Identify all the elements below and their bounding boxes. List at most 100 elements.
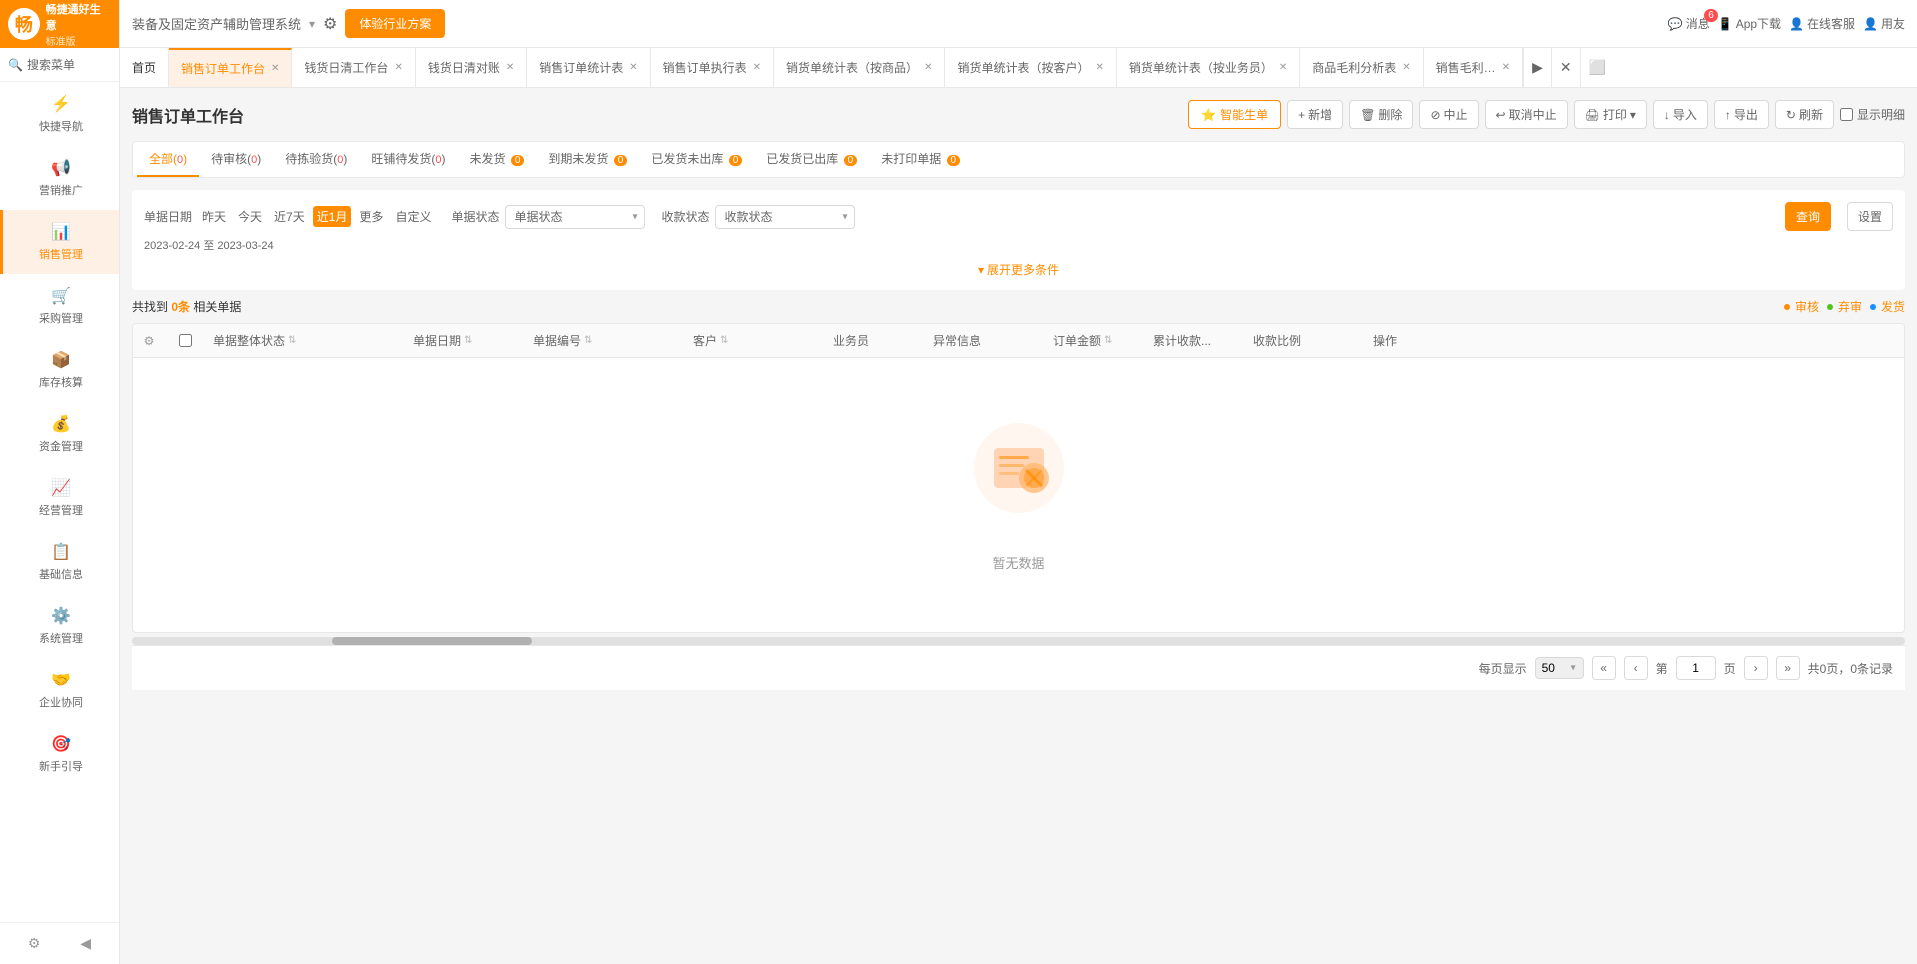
prev-page-btn[interactable]: ‹ xyxy=(1624,656,1648,680)
tab-scroll-right[interactable]: ▶ xyxy=(1523,48,1551,88)
sort-amount[interactable]: ⇅ xyxy=(1104,335,1112,346)
tab-close-order-stats[interactable]: ✕ xyxy=(629,62,637,73)
settings-bottom-btn[interactable]: ⚙ xyxy=(24,931,45,956)
th-number: 单据编号 ⇅ xyxy=(525,332,685,349)
sub-tab-unshipped[interactable]: 未发货 0 xyxy=(458,142,537,177)
sort-number[interactable]: ⇅ xyxy=(584,335,592,346)
date-opt-more[interactable]: 更多 xyxy=(355,206,387,227)
date-opt-yesterday[interactable]: 昨天 xyxy=(198,206,230,227)
sidebar-item-system[interactable]: ⚙️ 系统管理 xyxy=(0,594,119,658)
tab-close-order-exec[interactable]: ✕ xyxy=(753,62,761,73)
tab-home[interactable]: 首页 xyxy=(120,48,169,88)
tab-maximize[interactable]: ⬜ xyxy=(1580,48,1614,88)
message-btn[interactable]: 💬 消息 6 xyxy=(1668,15,1710,32)
select-all-checkbox[interactable] xyxy=(179,334,192,347)
sub-tab-overdue-unshipped[interactable]: 到期未发货 0 xyxy=(536,142,639,177)
tab-close-salesman-stats[interactable]: ✕ xyxy=(1279,62,1287,73)
setting-filter-btn[interactable]: 设置 xyxy=(1847,202,1893,231)
tab-close-goods-stats[interactable]: ✕ xyxy=(924,62,932,73)
sub-tab-shipped-out[interactable]: 已发货已出库 0 xyxy=(754,142,869,177)
tab-sales-margin[interactable]: 销售毛利… ✕ xyxy=(1424,48,1523,88)
cancel-audit-action-link[interactable]: 弃审 xyxy=(1827,298,1862,315)
collection-select[interactable]: 收款状态 xyxy=(715,205,855,229)
tab-order-stats[interactable]: 销售订单统计表 ✕ xyxy=(527,48,650,88)
search-btn[interactable]: 查询 xyxy=(1785,202,1831,231)
user-btn[interactable]: 👤 用友 xyxy=(1863,15,1905,32)
next-page-btn[interactable]: › xyxy=(1744,656,1768,680)
tab-order-exec[interactable]: 销售订单执行表 ✕ xyxy=(651,48,774,88)
th-ratio: 收款比例 xyxy=(1245,332,1365,349)
sidebar-item-quick-nav[interactable]: ⚡ 快捷导航 xyxy=(0,82,119,146)
tab-daily-reconcile[interactable]: 钱货日清对账 ✕ xyxy=(416,48,527,88)
show-detail-input[interactable] xyxy=(1840,108,1853,121)
new-btn[interactable]: + 新增 xyxy=(1287,100,1343,129)
refresh-btn[interactable]: ↻ 刷新 xyxy=(1775,100,1834,129)
collapse-btn[interactable]: ◀ xyxy=(76,931,95,956)
date-opt-1month[interactable]: 近1月 xyxy=(313,206,352,227)
cancel-stop-btn[interactable]: ↩ 取消中止 xyxy=(1485,100,1568,129)
smart-create-btn[interactable]: ⭐ 智能生单 xyxy=(1188,100,1281,129)
tab-goods-stats[interactable]: 销货单统计表（按商品） ✕ xyxy=(774,48,945,88)
sidebar-item-sales[interactable]: 📊 销售管理 xyxy=(0,210,119,274)
date-opt-custom[interactable]: 自定义 xyxy=(391,206,435,227)
audit-action-link[interactable]: 审核 xyxy=(1784,298,1819,315)
page-number-input[interactable] xyxy=(1676,656,1716,680)
sub-tab-pending-audit[interactable]: 待审核(0) xyxy=(199,142,273,177)
sidebar-item-inventory[interactable]: 📦 库存核算 xyxy=(0,338,119,402)
sub-tab-unprinted[interactable]: 未打印单据 0 xyxy=(869,142,972,177)
tab-margin-analysis[interactable]: 商品毛利分析表 ✕ xyxy=(1300,48,1423,88)
date-opt-7days[interactable]: 近7天 xyxy=(270,206,309,227)
sort-date[interactable]: ⇅ xyxy=(464,335,472,346)
export-btn[interactable]: ↑ 导出 xyxy=(1714,100,1769,129)
page-size-select[interactable]: 50 100 200 xyxy=(1535,657,1584,679)
sidebar-item-basic-info[interactable]: 📋 基础信息 xyxy=(0,530,119,594)
tab-close-customer-stats[interactable]: ✕ xyxy=(1095,62,1103,73)
last-page-btn[interactable]: » xyxy=(1776,656,1800,680)
delete-btn[interactable]: 🗑 删除 xyxy=(1349,100,1413,129)
sidebar-item-operations[interactable]: 📈 经营管理 xyxy=(0,466,119,530)
guide-icon: 🎯 xyxy=(51,734,71,754)
sidebar-item-collab[interactable]: 🤝 企业协同 xyxy=(0,658,119,722)
sub-tab-pending-inspect[interactable]: 待拣验货(0) xyxy=(273,142,359,177)
app-download-btn[interactable]: 📱 App下载 xyxy=(1718,15,1781,32)
tab-close-sales-margin[interactable]: ✕ xyxy=(1502,62,1510,73)
online-service-btn[interactable]: 👤 在线客服 xyxy=(1789,15,1855,32)
print-icon: 🖨 xyxy=(1585,108,1600,122)
first-page-btn[interactable]: « xyxy=(1592,656,1616,680)
tab-customer-stats[interactable]: 销货单统计表（按客户） ✕ xyxy=(945,48,1116,88)
settings-icon[interactable]: ⚙ xyxy=(323,14,337,34)
import-icon: ↓ xyxy=(1664,108,1670,122)
status-select[interactable]: 单据状态 xyxy=(505,205,645,229)
print-btn[interactable]: 🖨 打印 ▾ xyxy=(1574,100,1647,129)
expand-conditions-btn[interactable]: ▾ 展开更多条件 xyxy=(978,261,1059,278)
tab-close-margin[interactable]: ✕ xyxy=(1402,62,1410,73)
tab-close-sales-order[interactable]: ✕ xyxy=(271,63,279,74)
show-detail-checkbox[interactable]: 显示明细 xyxy=(1840,106,1905,123)
ship-action-link[interactable]: 发货 xyxy=(1870,298,1905,315)
tab-daily-clear[interactable]: 钱货日清工作台 ✕ xyxy=(292,48,415,88)
sub-tab-all[interactable]: 全部(0) xyxy=(137,142,199,177)
sub-tab-wangpu-ship[interactable]: 旺铺待发货(0) xyxy=(359,142,457,177)
stop-btn[interactable]: ⊘ 中止 xyxy=(1419,100,1478,129)
date-opt-today[interactable]: 今天 xyxy=(234,206,266,227)
sort-status[interactable]: ⇅ xyxy=(288,335,296,346)
industry-btn[interactable]: 体验行业方案 xyxy=(345,9,445,38)
horizontal-scrollbar[interactable] xyxy=(132,637,1905,645)
sort-customer[interactable]: ⇅ xyxy=(720,335,728,346)
tab-salesman-stats[interactable]: 销货单统计表（按业务员） ✕ xyxy=(1117,48,1300,88)
tab-sales-order[interactable]: 销售订单工作台 ✕ xyxy=(169,48,292,88)
tab-close-daily-reconcile[interactable]: ✕ xyxy=(506,62,514,73)
sidebar-item-search[interactable]: 🔍 搜索菜单 xyxy=(0,48,119,82)
dropdown-arrow[interactable]: ▾ xyxy=(309,17,315,31)
sub-tab-shipped-not-out[interactable]: 已发货未出库 0 xyxy=(639,142,754,177)
sidebar-bottom: ⚙ ◀ xyxy=(0,922,119,964)
import-btn[interactable]: ↓ 导入 xyxy=(1653,100,1708,129)
tab-close-all[interactable]: ✕ xyxy=(1551,48,1580,88)
sidebar-item-marketing[interactable]: 📢 营销推广 xyxy=(0,146,119,210)
th-checkbox[interactable] xyxy=(165,334,205,347)
sidebar-item-guide[interactable]: 🎯 新手引导 xyxy=(0,722,119,786)
sidebar-item-purchase[interactable]: 🛒 采购管理 xyxy=(0,274,119,338)
th-settings[interactable]: ⚙ xyxy=(133,334,165,348)
sidebar-item-finance[interactable]: 💰 资金管理 xyxy=(0,402,119,466)
tab-close-daily-clear[interactable]: ✕ xyxy=(394,62,402,73)
